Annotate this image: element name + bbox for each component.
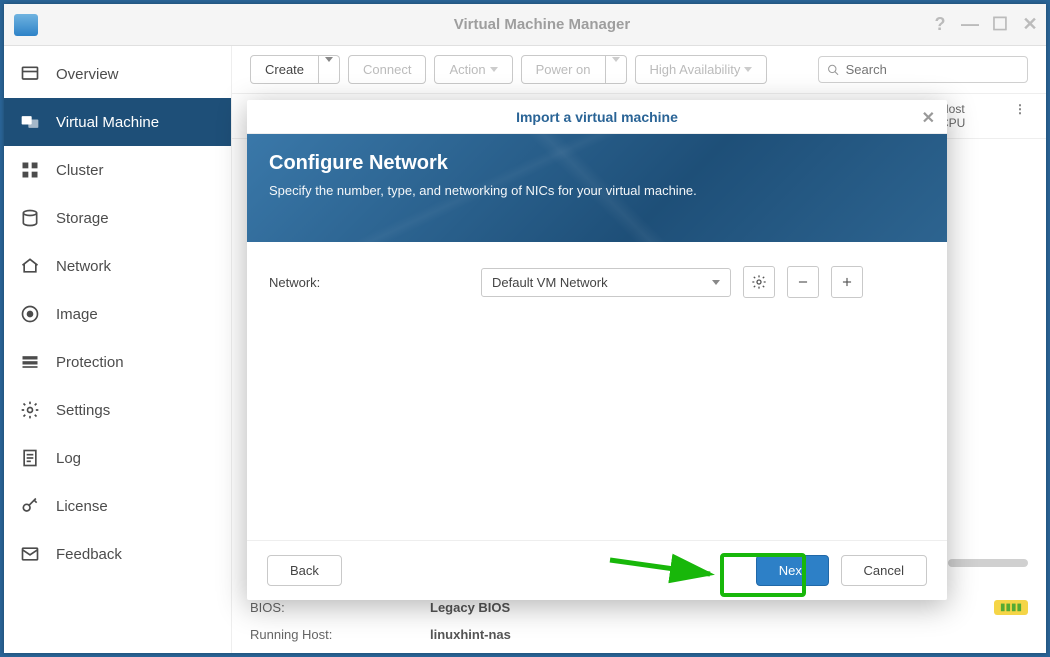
dialog-title: Import a virtual machine — [516, 109, 678, 125]
storage-icon — [20, 208, 40, 228]
close-icon[interactable]: ✕ — [922, 108, 935, 128]
sidebar-item-label: Network — [56, 258, 111, 275]
back-button[interactable]: Back — [267, 555, 342, 586]
window-title: Virtual Machine Manager — [48, 16, 1036, 33]
dialog-banner: Configure Network Specify the number, ty… — [247, 134, 947, 242]
dialog-heading: Configure Network — [269, 152, 925, 175]
detail-value-host: linuxhint-nas — [430, 627, 511, 642]
sidebar-item-label: Image — [56, 306, 98, 323]
power-dropdown[interactable] — [606, 55, 627, 84]
detail-label-host: Running Host: — [250, 627, 430, 642]
sidebar-item-image[interactable]: Image — [4, 290, 231, 338]
sidebar-item-storage[interactable]: Storage — [4, 194, 231, 242]
log-icon — [20, 448, 40, 468]
chevron-down-icon — [712, 280, 720, 285]
sidebar-item-feedback[interactable]: Feedback — [4, 530, 231, 578]
sidebar-item-label: Log — [56, 450, 81, 467]
window-titlebar: Virtual Machine Manager ? — ☐ ✕ — [4, 4, 1046, 46]
minimize-icon[interactable]: — — [960, 14, 980, 35]
close-window-icon[interactable]: ✕ — [1020, 14, 1040, 35]
search-input[interactable] — [846, 62, 1019, 77]
cancel-button[interactable]: Cancel — [841, 555, 927, 586]
overview-icon — [20, 64, 40, 84]
scrollbar[interactable] — [948, 559, 1028, 567]
sidebar-item-label: Overview — [56, 66, 119, 83]
details-panel: BIOS: Legacy BIOS ▮▮▮▮ Running Host: lin… — [250, 594, 1028, 648]
sidebar-item-virtual-machine[interactable]: Virtual Machine — [4, 98, 231, 146]
connect-button[interactable]: Connect — [348, 55, 426, 84]
sidebar-item-label: Feedback — [56, 546, 122, 563]
sidebar-item-label: Settings — [56, 402, 110, 419]
network-label: Network: — [269, 275, 469, 290]
detail-label-bios: BIOS: — [250, 600, 430, 615]
vm-icon — [20, 112, 40, 132]
sidebar-item-label: Protection — [56, 354, 124, 371]
network-select[interactable]: Default VM Network — [481, 268, 731, 297]
dialog-subheading: Specify the number, type, and networking… — [269, 183, 925, 198]
next-button[interactable]: Next — [756, 555, 829, 586]
maximize-icon[interactable]: ☐ — [990, 14, 1010, 35]
remove-nic-button[interactable] — [787, 266, 819, 298]
network-settings-button[interactable] — [743, 266, 775, 298]
sidebar-item-settings[interactable]: Settings — [4, 386, 231, 434]
help-icon[interactable]: ? — [930, 14, 950, 35]
sidebar-item-overview[interactable]: Overview — [4, 50, 231, 98]
protection-icon — [20, 352, 40, 372]
toolbar: Create Connect Action Power on High Avai… — [232, 46, 1046, 94]
sidebar-item-log[interactable]: Log — [4, 434, 231, 482]
sidebar-item-network[interactable]: Network — [4, 242, 231, 290]
import-vm-dialog: Import a virtual machine ✕ Configure Net… — [247, 100, 947, 600]
detail-value-bios: Legacy BIOS — [430, 600, 510, 615]
license-icon — [20, 496, 40, 516]
sidebar-item-license[interactable]: License — [4, 482, 231, 530]
network-icon — [20, 256, 40, 276]
sidebar-item-cluster[interactable]: Cluster — [4, 146, 231, 194]
add-nic-button[interactable] — [831, 266, 863, 298]
columns-menu-icon[interactable]: ⋮ — [1014, 102, 1028, 130]
sidebar: Overview Virtual Machine Cluster Storage — [4, 46, 232, 653]
power-button[interactable]: Power on — [521, 55, 606, 84]
cluster-icon — [20, 160, 40, 180]
minus-icon — [796, 275, 810, 289]
dialog-titlebar: Import a virtual machine ✕ — [247, 100, 947, 134]
gear-icon — [751, 274, 767, 290]
status-badge: ▮▮▮▮ — [994, 600, 1028, 615]
create-button[interactable]: Create — [250, 55, 319, 84]
network-select-value: Default VM Network — [492, 275, 608, 290]
search-icon — [827, 63, 840, 77]
action-dropdown[interactable]: Action — [434, 55, 512, 84]
create-dropdown[interactable] — [319, 55, 340, 84]
sidebar-item-label: License — [56, 498, 108, 515]
sidebar-item-label: Virtual Machine — [56, 114, 159, 131]
feedback-icon — [20, 544, 40, 564]
gear-icon — [20, 400, 40, 420]
app-icon — [14, 14, 38, 36]
search-box[interactable] — [818, 56, 1028, 83]
ha-dropdown[interactable]: High Availability — [635, 55, 768, 84]
image-icon — [20, 304, 40, 324]
plus-icon — [840, 275, 854, 289]
sidebar-item-protection[interactable]: Protection — [4, 338, 231, 386]
sidebar-item-label: Storage — [56, 210, 109, 227]
sidebar-item-label: Cluster — [56, 162, 104, 179]
